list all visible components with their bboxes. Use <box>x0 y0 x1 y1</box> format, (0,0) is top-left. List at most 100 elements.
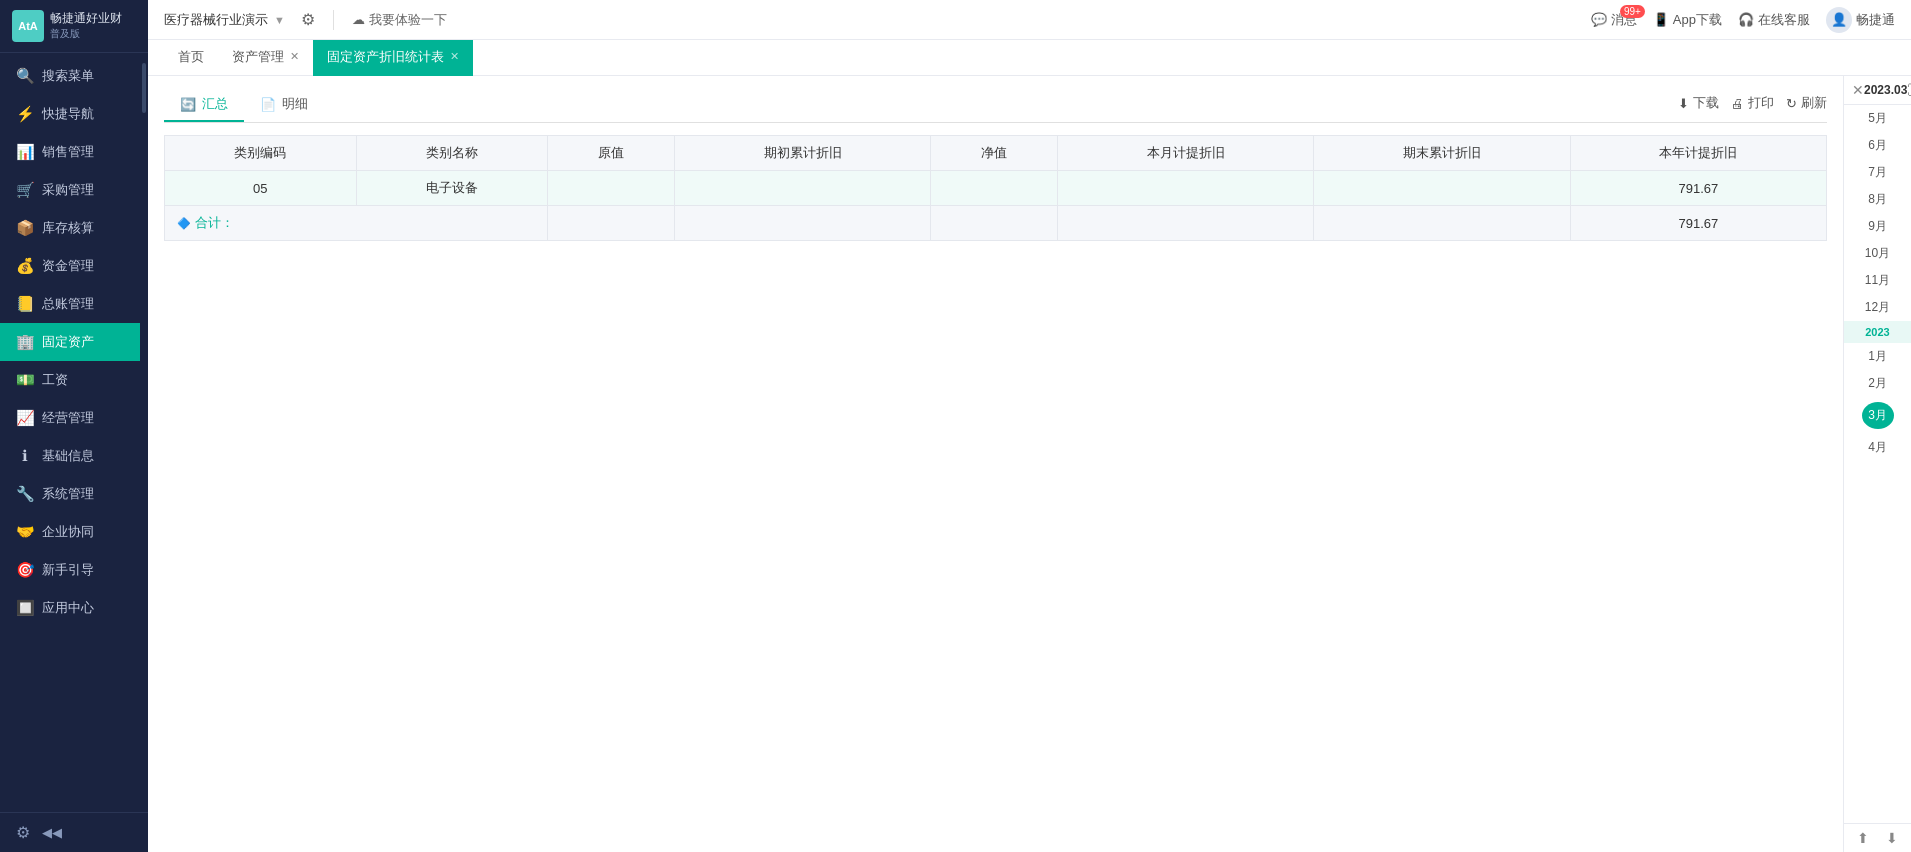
date-item-9[interactable]: 9月 <box>1844 213 1911 240</box>
app-logo-icon: AtA <box>12 10 44 42</box>
tab-assets[interactable]: 资产管理 ✕ <box>218 40 313 76</box>
customer-service-label: 在线客服 <box>1758 11 1810 29</box>
topbar-settings-icon[interactable]: ⚙ <box>301 10 315 29</box>
sidebar-item-label: 销售管理 <box>42 143 94 161</box>
topbar-right: 💬 消息 99+ 📱 App下载 🎧 在线客服 👤 畅捷通 <box>1591 7 1895 33</box>
sub-tab-summary[interactable]: 🔄 汇总 <box>164 88 244 122</box>
download-icon: 📱 <box>1653 12 1669 27</box>
sidebar-logo: AtA 畅捷通好业财 普及版 <box>0 0 148 53</box>
sub-tab-detail[interactable]: 📄 明细 <box>244 88 324 122</box>
tabs-bar: 首页 资产管理 ✕ 固定资产折旧统计表 ✕ <box>148 40 1911 76</box>
customer-service-button[interactable]: 🎧 在线客服 <box>1738 11 1810 29</box>
cell-ending-dep <box>1314 171 1570 206</box>
col-original: 原值 <box>548 136 675 171</box>
date-panel-bottom: ⬆ ⬇ <box>1844 823 1911 852</box>
date-panel-list: 5月 6月 7月 8月 9月 10月 11月 12月 2023 1月 2月 3月… <box>1844 105 1911 823</box>
collapse-icon[interactable]: ◀◀ <box>42 825 62 840</box>
date-item-5[interactable]: 5月 <box>1844 105 1911 132</box>
date-item-11[interactable]: 11月 <box>1844 267 1911 294</box>
sidebar-item-label: 采购管理 <box>42 181 94 199</box>
sidebar-item-inventory[interactable]: 📦 库存核算 <box>0 209 140 247</box>
date-item-12[interactable]: 12月 <box>1844 294 1911 321</box>
print-label: 打印 <box>1748 94 1774 112</box>
sub-tab-detail-label: 明细 <box>282 95 308 113</box>
system-icon: 🔧 <box>16 485 34 503</box>
date-item-10[interactable]: 10月 <box>1844 240 1911 267</box>
main-panel: 🔄 汇总 📄 明细 ⬇ 下载 🖨 打印 <box>148 76 1843 852</box>
sidebar-item-search[interactable]: 🔍 搜索菜单 <box>0 57 140 95</box>
tab-depreciation-close-icon[interactable]: ✕ <box>450 50 459 63</box>
date-item-6[interactable]: 6月 <box>1844 132 1911 159</box>
user-profile[interactable]: 👤 畅捷通 <box>1826 7 1895 33</box>
sidebar-item-system[interactable]: 🔧 系统管理 <box>0 475 140 513</box>
sidebar-item-label: 经营管理 <box>42 409 94 427</box>
company-name: 医疗器械行业演示 <box>164 11 268 29</box>
fixed-assets-icon: 🏢 <box>16 333 34 351</box>
sidebar-item-fixed-assets[interactable]: 🏢 固定资产 <box>0 323 140 361</box>
refresh-button[interactable]: ↻ 刷新 <box>1786 94 1827 112</box>
date-item-3-current[interactable]: 3月 <box>1862 402 1894 429</box>
date-panel-expand-icon[interactable]: ⛶ <box>1907 82 1911 98</box>
sidebar-item-operations[interactable]: 📈 经营管理 <box>0 399 140 437</box>
sidebar-item-salary[interactable]: 💵 工资 <box>0 361 140 399</box>
messages-badge: 99+ <box>1620 5 1645 18</box>
sidebar-scrollbar-thumb <box>142 63 146 113</box>
operations-icon: 📈 <box>16 409 34 427</box>
date-item-2[interactable]: 2月 <box>1844 370 1911 397</box>
sidebar-item-guide[interactable]: 🎯 新手引导 <box>0 551 140 589</box>
app-center-icon: 🔲 <box>16 599 34 617</box>
experience-label: 我要体验一下 <box>369 11 447 29</box>
date-next-icon[interactable]: ⬇ <box>1886 830 1898 846</box>
table-row: 05 电子设备 791.67 <box>165 171 1827 206</box>
sidebar-item-ledger[interactable]: 📒 总账管理 <box>0 285 140 323</box>
sidebar-item-finance[interactable]: 💰 资金管理 <box>0 247 140 285</box>
download-button[interactable]: ⬇ 下载 <box>1678 94 1719 112</box>
quick-nav-icon: ⚡ <box>16 105 34 123</box>
app-name: 畅捷通好业财 <box>50 11 122 27</box>
tab-depreciation[interactable]: 固定资产折旧统计表 ✕ <box>313 40 473 76</box>
print-button[interactable]: 🖨 打印 <box>1731 94 1774 112</box>
message-icon: 💬 <box>1591 12 1607 27</box>
total-annual-dep: 791.67 <box>1570 206 1826 241</box>
tab-home[interactable]: 首页 <box>164 40 218 76</box>
sidebar-item-sales[interactable]: 📊 销售管理 <box>0 133 140 171</box>
tab-assets-close-icon[interactable]: ✕ <box>290 50 299 63</box>
cell-monthly-dep <box>1058 171 1314 206</box>
sub-tabs: 🔄 汇总 📄 明细 ⬇ 下载 🖨 打印 <box>164 88 1827 123</box>
topbar: 医疗器械行业演示 ▼ ⚙ ☁ 我要体验一下 💬 消息 99+ 📱 App下载 🎧… <box>148 0 1911 40</box>
cell-net <box>931 171 1058 206</box>
sidebar-item-app-center[interactable]: 🔲 应用中心 <box>0 589 140 627</box>
user-name: 畅捷通 <box>1856 11 1895 29</box>
date-item-1[interactable]: 1月 <box>1844 343 1911 370</box>
refresh-icon: ↻ <box>1786 96 1797 111</box>
company-selector[interactable]: 医疗器械行业演示 ▼ <box>164 11 285 29</box>
date-item-7[interactable]: 7月 <box>1844 159 1911 186</box>
date-panel-close-icon[interactable]: ✕ <box>1852 82 1864 98</box>
date-panel: ✕ 2023.03 ⛶ 5月 6月 7月 8月 9月 10月 11月 12月 2… <box>1843 76 1911 852</box>
sidebar: AtA 畅捷通好业财 普及版 🔍 搜索菜单 ⚡ 快捷导航 📊 销售管理 🛒 <box>0 0 148 852</box>
print-icon: 🖨 <box>1731 96 1744 111</box>
app-download-label: App下载 <box>1673 11 1722 29</box>
total-label-cell: 🔷 合计： <box>165 206 548 241</box>
sidebar-item-quick-nav[interactable]: ⚡ 快捷导航 <box>0 95 140 133</box>
col-initial-dep: 期初累计折旧 <box>675 136 931 171</box>
messages-button[interactable]: 💬 消息 99+ <box>1591 11 1637 29</box>
total-expand-icon[interactable]: 🔷 <box>177 217 191 230</box>
sidebar-item-purchase[interactable]: 🛒 采购管理 <box>0 171 140 209</box>
sidebar-item-label: 基础信息 <box>42 447 94 465</box>
sidebar-item-label: 工资 <box>42 371 68 389</box>
table-wrapper: 类别编码 类别名称 原值 期初累计折旧 净值 本月计提折旧 期末累计折旧 本年计… <box>164 135 1827 840</box>
sidebar-item-enterprise[interactable]: 🤝 企业协同 <box>0 513 140 551</box>
detail-icon: 📄 <box>260 97 276 112</box>
sidebar-item-basic-info[interactable]: ℹ 基础信息 <box>0 437 140 475</box>
main-area: 医疗器械行业演示 ▼ ⚙ ☁ 我要体验一下 💬 消息 99+ 📱 App下载 🎧… <box>148 0 1911 852</box>
cloud-icon: ☁ <box>352 12 365 27</box>
sales-icon: 📊 <box>16 143 34 161</box>
date-prev-icon[interactable]: ⬆ <box>1857 830 1869 846</box>
download-label: 下载 <box>1693 94 1719 112</box>
date-item-8[interactable]: 8月 <box>1844 186 1911 213</box>
date-item-4[interactable]: 4月 <box>1844 434 1911 461</box>
experience-button[interactable]: ☁ 我要体验一下 <box>352 11 447 29</box>
settings-footer-icon[interactable]: ⚙ <box>16 823 30 842</box>
app-download-button[interactable]: 📱 App下载 <box>1653 11 1722 29</box>
